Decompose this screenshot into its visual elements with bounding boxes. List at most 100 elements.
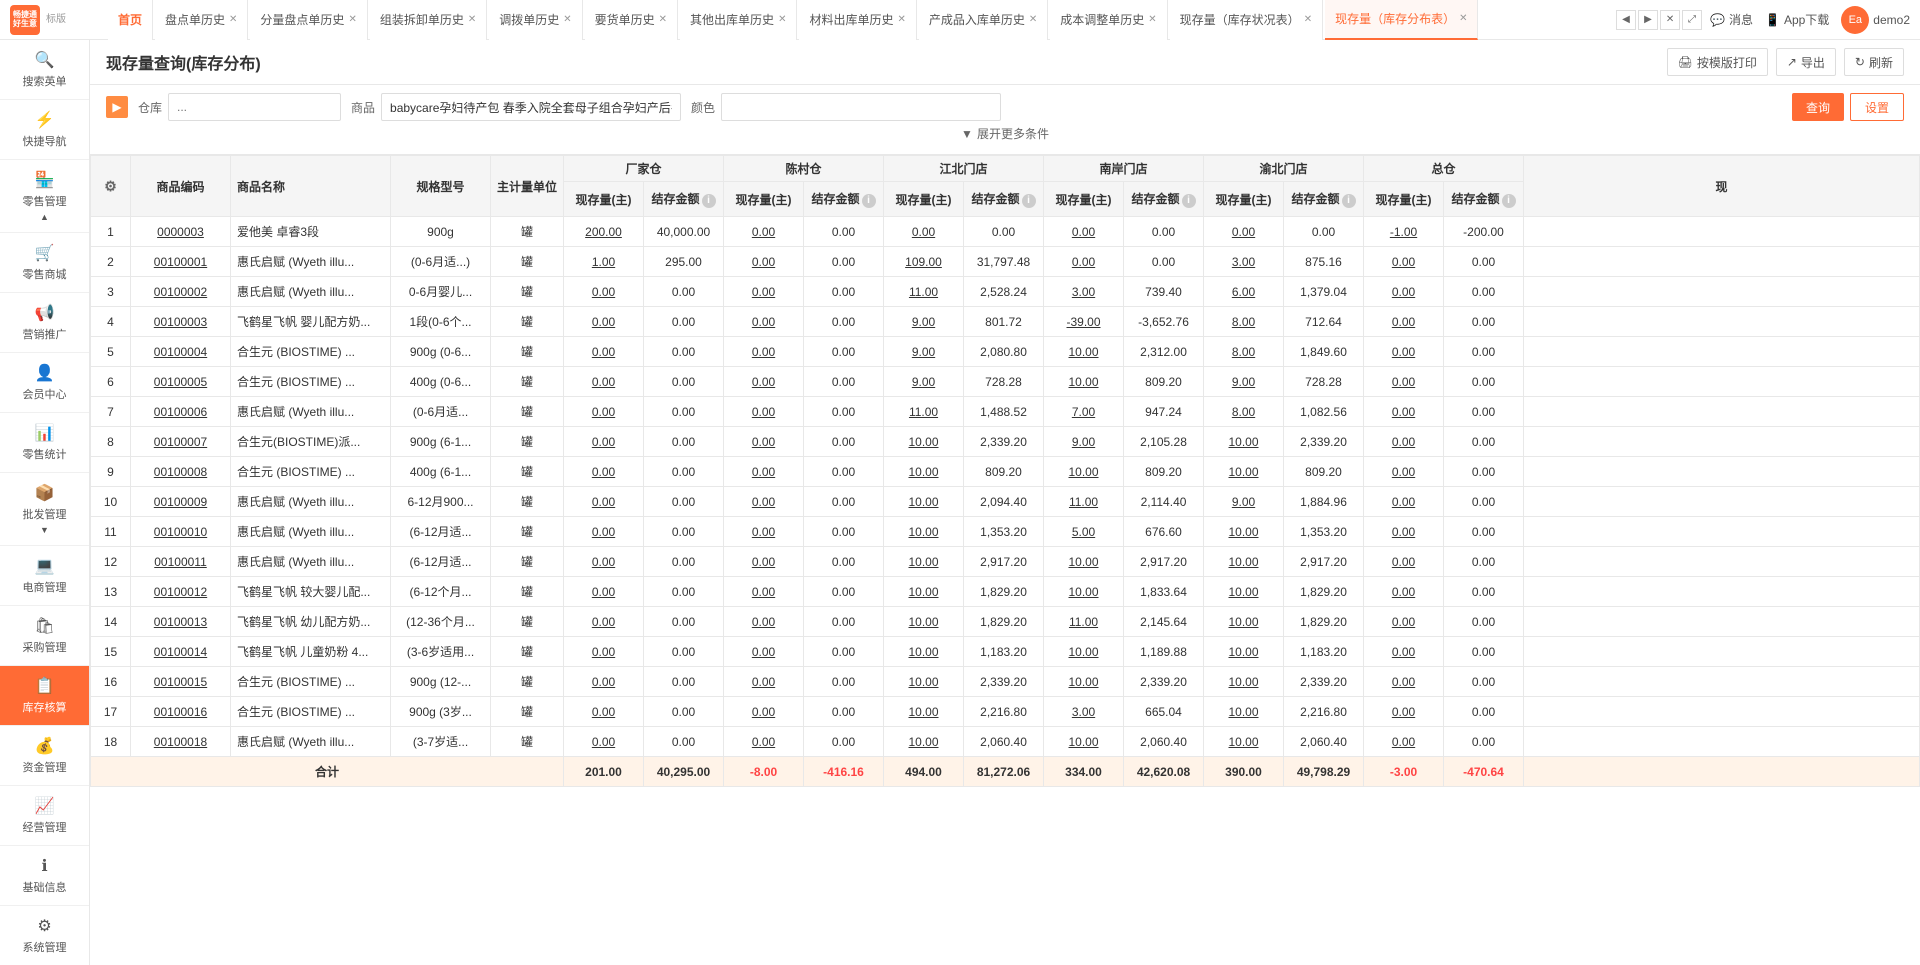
cell-code[interactable]: 00100003 [131,307,231,337]
tab-stock-distribution[interactable]: 现存量（库存分布表）✕ [1325,0,1478,40]
cell-value[interactable]: 0.00 [1364,307,1444,337]
sidebar-item-marketing[interactable]: 📢 营销推广 [0,293,89,353]
cell-value[interactable]: 0.00 [724,427,804,457]
goods-input[interactable] [381,93,681,121]
tab-material-out[interactable]: 材料出库单历史 ✕ [799,0,916,40]
close-icon[interactable]: ✕ [468,14,476,25]
cell-value[interactable]: 0.00 [564,487,644,517]
sidebar-item-retail-stats[interactable]: 📊 零售统计 [0,413,89,473]
cell-value[interactable]: 10.00 [1044,577,1124,607]
cell-code[interactable]: 00100008 [131,457,231,487]
cell-value[interactable]: 0.00 [724,217,804,247]
cell-value[interactable]: 10.00 [1044,667,1124,697]
info-icon[interactable]: i [1342,194,1356,208]
cell-code[interactable]: 00100006 [131,397,231,427]
info-icon[interactable]: i [1022,194,1036,208]
cell-value[interactable]: 0.00 [1364,487,1444,517]
sidebar-item-wholesale[interactable]: 📦 批发管理 ▼ [0,473,89,546]
tab-inventory-count[interactable]: 盘点单历史 ✕ [155,0,248,40]
cell-value[interactable]: 0.00 [724,547,804,577]
sidebar-item-system[interactable]: ⚙ 系统管理 [0,906,89,965]
cell-code[interactable]: 00100007 [131,427,231,457]
cell-code[interactable]: 00100010 [131,517,231,547]
cell-value[interactable]: 10.00 [1204,637,1284,667]
cell-value[interactable]: 10.00 [884,667,964,697]
close-icon[interactable]: ✕ [659,14,667,25]
cell-value[interactable]: 0.00 [724,577,804,607]
cell-code[interactable]: 00100013 [131,607,231,637]
tab-outbound[interactable]: 其他出库单历史 ✕ [680,0,797,40]
sidebar-item-purchase[interactable]: 🛍 采购管理 [0,606,89,666]
cell-value[interactable]: 0.00 [564,457,644,487]
cell-value[interactable]: 0.00 [1044,217,1124,247]
cell-code[interactable]: 00100011 [131,547,231,577]
cell-value[interactable]: 0.00 [564,397,644,427]
expand-conditions-button[interactable]: ▼ 展开更多条件 [106,121,1904,146]
cell-value[interactable]: 9.00 [1044,427,1124,457]
cell-code[interactable]: 00100001 [131,247,231,277]
cell-value[interactable]: 200.00 [564,217,644,247]
tab-stock-status[interactable]: 现存量（库存状况表）✕ [1170,0,1323,40]
cell-value[interactable]: 0.00 [724,487,804,517]
cell-value[interactable]: 0.00 [564,547,644,577]
cell-value[interactable]: 0.00 [564,517,644,547]
cell-value[interactable]: 10.00 [884,457,964,487]
cell-value[interactable]: 0.00 [724,457,804,487]
cell-code[interactable]: 00100015 [131,667,231,697]
cell-value[interactable]: -39.00 [1044,307,1124,337]
cell-value[interactable]: 10.00 [1204,457,1284,487]
cell-value[interactable]: 109.00 [884,247,964,277]
cell-value[interactable]: 0.00 [1364,247,1444,277]
sidebar-item-retail-mgmt[interactable]: 🏪 零售管理 ▲ [0,160,89,233]
tab-transfer[interactable]: 调拨单历史 ✕ [489,0,582,40]
cell-code[interactable]: 00100005 [131,367,231,397]
info-icon[interactable]: i [1502,194,1516,208]
cell-value[interactable]: 10.00 [884,517,964,547]
cell-value[interactable]: 10.00 [1044,457,1124,487]
cell-value[interactable]: 10.00 [884,547,964,577]
close-icon[interactable]: ✕ [778,14,786,25]
tab-assembly[interactable]: 组装拆卸单历史 ✕ [370,0,487,40]
cell-value[interactable]: 10.00 [884,607,964,637]
cell-value[interactable]: 0.00 [724,727,804,757]
cell-value[interactable]: 0.00 [1364,577,1444,607]
cell-code[interactable]: 0000003 [131,217,231,247]
cell-value[interactable]: 10.00 [884,727,964,757]
cell-value[interactable]: 10.00 [1204,547,1284,577]
cell-value[interactable]: 0.00 [724,637,804,667]
refresh-button[interactable]: ↻ 刷新 [1844,48,1904,76]
cell-value[interactable]: 0.00 [724,367,804,397]
cell-value[interactable]: 8.00 [1204,397,1284,427]
cell-value[interactable]: 3.00 [1044,697,1124,727]
sidebar-item-business[interactable]: 📈 经营管理 [0,786,89,846]
tab-cost-adjust[interactable]: 成本调整单历史 ✕ [1050,0,1167,40]
cell-value[interactable]: 0.00 [884,217,964,247]
close-icon[interactable]: ✕ [563,14,571,25]
cell-code[interactable]: 00100009 [131,487,231,517]
cell-value[interactable]: 10.00 [884,577,964,607]
info-icon[interactable]: i [862,194,876,208]
cell-value[interactable]: 0.00 [564,277,644,307]
cell-value[interactable]: 0.00 [564,727,644,757]
cell-value[interactable]: 10.00 [1044,337,1124,367]
close-icon[interactable]: ✕ [348,14,356,25]
tab-home[interactable]: 首页 [108,0,153,40]
filter-toggle-button[interactable]: ▶ [106,96,128,118]
cell-value[interactable]: 0.00 [1364,547,1444,577]
close-icon[interactable]: ✕ [1304,14,1312,25]
cell-code[interactable]: 00100014 [131,637,231,667]
sidebar-item-finance[interactable]: 💰 资金管理 [0,726,89,786]
cell-value[interactable]: 0.00 [564,697,644,727]
settings-icon[interactable]: ⚙ [104,178,117,194]
cell-value[interactable]: 0.00 [724,277,804,307]
cell-value[interactable]: 0.00 [1364,367,1444,397]
cell-value[interactable]: 0.00 [1364,667,1444,697]
cell-value[interactable]: 10.00 [884,697,964,727]
tab-maximize-button[interactable]: ⤢ [1682,10,1702,30]
cell-value[interactable]: 0.00 [724,517,804,547]
print-button[interactable]: 🖨 按模版打印 [1667,48,1768,76]
cell-value[interactable]: 10.00 [1204,607,1284,637]
cell-value[interactable]: 0.00 [564,427,644,457]
cell-value[interactable]: 10.00 [1204,577,1284,607]
sidebar-item-inventory[interactable]: 📋 库存核算 [0,666,89,726]
